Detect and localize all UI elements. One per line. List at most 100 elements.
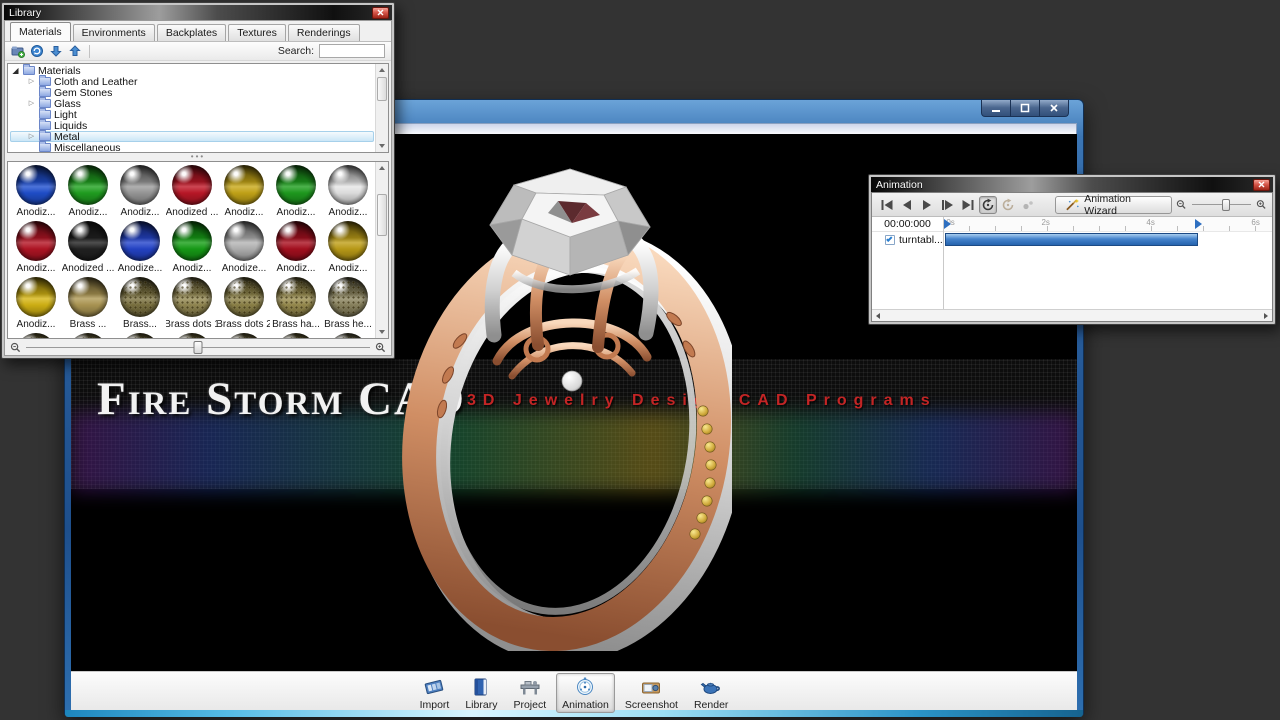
scroll-down-icon[interactable] <box>376 140 388 152</box>
material-swatch[interactable] <box>68 333 108 339</box>
material-swatch[interactable] <box>68 221 108 261</box>
timeline-track-area[interactable]: 0s 2s 4s 6s <box>944 217 1272 309</box>
animation-close-button[interactable] <box>1253 179 1270 191</box>
record-turntable-button[interactable] <box>999 196 1017 214</box>
material-swatch[interactable] <box>120 333 160 339</box>
tab-renderings[interactable]: Renderings <box>288 24 360 41</box>
material-swatch[interactable] <box>328 221 368 261</box>
tree-collapsed-icon[interactable]: ▷ <box>27 78 36 85</box>
zoom-out-icon[interactable] <box>10 342 21 353</box>
dock-item-import[interactable]: Import <box>414 673 456 713</box>
material-swatch[interactable] <box>120 277 160 317</box>
tree-item-metal[interactable]: ▷ Metal <box>10 131 374 142</box>
loop-playback-button[interactable] <box>979 196 997 214</box>
dock-item-library[interactable]: Library <box>459 673 503 713</box>
animation-title-bar[interactable]: Animation <box>871 177 1273 192</box>
tree-item-gem-stones[interactable]: Gem Stones <box>10 87 374 98</box>
track-checkbox[interactable] <box>885 235 895 245</box>
timeline-zoom-in-icon[interactable] <box>1256 199 1266 210</box>
material-swatch[interactable] <box>328 277 368 317</box>
material-swatch[interactable] <box>172 165 212 205</box>
scrollbar-thumb[interactable] <box>377 77 387 101</box>
material-swatch[interactable] <box>276 333 316 339</box>
maximize-button[interactable] <box>1010 100 1040 117</box>
material-swatch[interactable] <box>120 165 160 205</box>
tree-item-miscellaneous[interactable]: Miscellaneous <box>10 142 374 153</box>
material-swatch[interactable] <box>172 333 212 339</box>
animation-wizard-button[interactable]: Animation Wizard <box>1055 196 1172 214</box>
tab-materials[interactable]: Materials <box>10 22 71 41</box>
material-swatch[interactable] <box>224 221 264 261</box>
swatch-scrollbar[interactable] <box>375 162 388 338</box>
scroll-up-icon[interactable] <box>376 64 388 76</box>
material-swatch[interactable] <box>16 333 56 339</box>
library-close-button[interactable] <box>372 7 389 19</box>
range-end-marker[interactable] <box>1195 219 1202 229</box>
skip-to-start-button[interactable] <box>878 196 896 214</box>
timeline-zoom-slider[interactable] <box>1192 204 1251 205</box>
tree-collapsed-icon[interactable]: ▷ <box>27 133 36 140</box>
skip-to-end-button[interactable] <box>959 196 977 214</box>
library-title-bar[interactable]: Library <box>4 5 392 20</box>
tree-root-materials[interactable]: ◢ Materials <box>10 65 374 76</box>
material-swatch[interactable] <box>16 277 56 317</box>
dock-item-project[interactable]: Project <box>507 673 552 713</box>
material-swatch[interactable] <box>328 333 368 339</box>
scroll-left-icon[interactable] <box>876 313 880 319</box>
timeline-zoom-thumb[interactable] <box>1222 199 1230 211</box>
zoom-in-icon[interactable] <box>375 342 386 353</box>
dock-item-animation[interactable]: Animation <box>556 673 615 713</box>
dock-item-screenshot[interactable]: Screenshot <box>619 673 684 713</box>
panel-splitter[interactable]: ••• <box>5 153 391 161</box>
tree-item-liquids[interactable]: Liquids <box>10 120 374 131</box>
zoom-slider-thumb[interactable] <box>194 341 203 354</box>
material-swatch[interactable] <box>224 165 264 205</box>
scrollbar-thumb[interactable] <box>377 194 387 236</box>
material-swatch[interactable] <box>224 277 264 317</box>
material-swatch[interactable] <box>276 277 316 317</box>
move-up-icon[interactable] <box>68 44 82 58</box>
material-swatch[interactable] <box>16 165 56 205</box>
scroll-up-icon[interactable] <box>376 162 388 174</box>
timeline-hscrollbar[interactable] <box>872 309 1272 321</box>
material-swatch[interactable] <box>224 333 264 339</box>
step-forward-button[interactable] <box>938 196 956 214</box>
zoom-slider-track[interactable] <box>26 347 370 348</box>
tab-textures[interactable]: Textures <box>228 24 286 41</box>
material-swatch[interactable] <box>120 221 160 261</box>
material-swatch-label: Anodized ... <box>62 263 114 274</box>
scroll-down-icon[interactable] <box>376 326 388 338</box>
refresh-icon[interactable] <box>30 44 44 58</box>
search-input[interactable] <box>319 44 385 58</box>
move-down-icon[interactable] <box>49 44 63 58</box>
material-swatch[interactable] <box>172 277 212 317</box>
material-swatch[interactable] <box>276 221 316 261</box>
play-button[interactable] <box>918 196 936 214</box>
tree-item-glass[interactable]: ▷ Glass <box>10 98 374 109</box>
material-swatch[interactable] <box>328 165 368 205</box>
tree-scrollbar[interactable] <box>375 64 388 152</box>
step-back-button[interactable] <box>898 196 916 214</box>
material-swatch[interactable] <box>16 221 56 261</box>
dock-item-render[interactable]: Render <box>688 673 734 713</box>
material-swatch[interactable] <box>68 277 108 317</box>
timeline-zoom-out-icon[interactable] <box>1176 199 1186 210</box>
scroll-right-icon[interactable] <box>1264 313 1268 319</box>
minimize-button[interactable] <box>981 100 1011 117</box>
tree-expanded-icon[interactable]: ◢ <box>11 67 20 75</box>
tab-environments[interactable]: Environments <box>73 24 155 41</box>
add-library-icon[interactable] <box>11 44 25 58</box>
timeline-ruler[interactable]: 0s 2s 4s 6s <box>944 217 1272 232</box>
tab-backplates[interactable]: Backplates <box>157 24 226 41</box>
material-swatch[interactable] <box>172 221 212 261</box>
playhead-marker[interactable] <box>944 219 951 229</box>
tree-item-light[interactable]: Light <box>10 109 374 120</box>
close-button[interactable] <box>1039 100 1069 117</box>
animation-settings-button[interactable] <box>1019 196 1037 214</box>
material-swatch[interactable] <box>276 165 316 205</box>
material-swatch[interactable] <box>68 165 108 205</box>
tree-collapsed-icon[interactable]: ▷ <box>27 100 36 107</box>
turntable-clip-bar[interactable] <box>945 233 1198 246</box>
tree-item-cloth-and-leather[interactable]: ▷ Cloth and Leather <box>10 76 374 87</box>
track-row-turntable[interactable]: turntabl... <box>872 232 943 247</box>
